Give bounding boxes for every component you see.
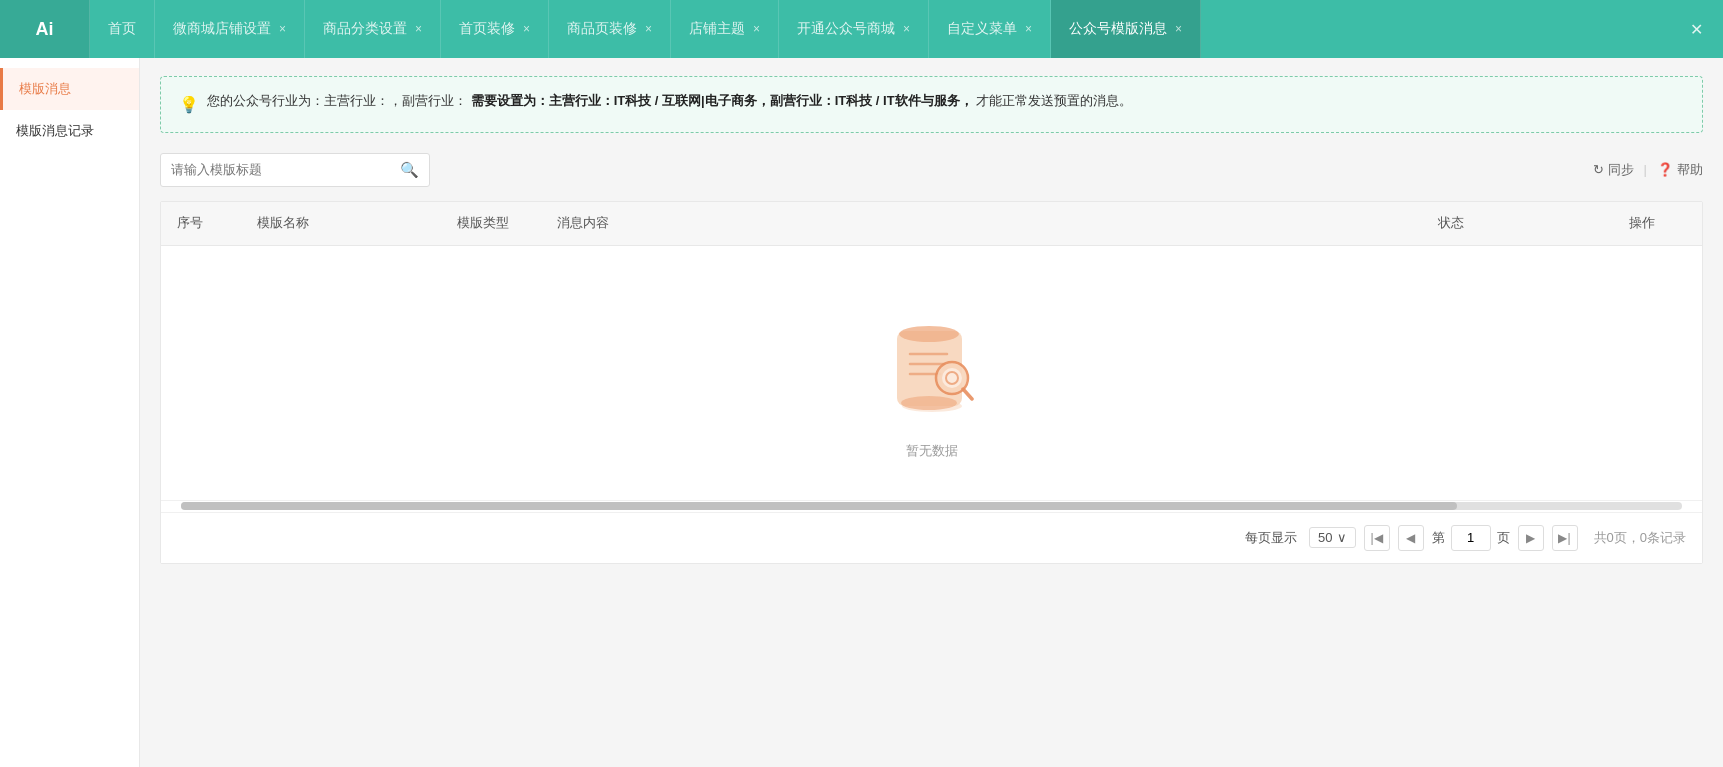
total-info: 共0页，0条记录 [1594, 529, 1686, 547]
nav-tab-custom-menu[interactable]: 自定义菜单 × [929, 0, 1051, 58]
search-icon[interactable]: 🔍 [400, 161, 419, 179]
close-home-decor[interactable]: × [523, 22, 530, 36]
main-layout: 模版消息 模版消息记录 💡 您的公众号行业为：主营行业：，副营行业： 需要设置为… [0, 58, 1723, 767]
last-page-button[interactable]: ▶| [1552, 525, 1578, 551]
table-header: 序号 模版名称 模版类型 消息内容 状态 操作 [161, 202, 1702, 246]
search-box: 🔍 [160, 153, 430, 187]
logo-tab: Ai [0, 0, 90, 58]
sidebar-item-template-msg[interactable]: 模版消息 [0, 68, 139, 110]
help-circle-icon: ❓ [1657, 162, 1673, 177]
nav-tab-shop-theme-label: 店铺主题 [689, 20, 745, 38]
th-action-label: 操作 [1629, 214, 1655, 232]
th-index-label: 序号 [177, 214, 203, 232]
nav-tab-shop-settings-label: 微商城店铺设置 [173, 20, 271, 38]
info-banner-text: 您的公众号行业为：主营行业：，副营行业： 需要设置为：主营行业：IT科技 / 互… [207, 91, 1132, 112]
first-page-button[interactable]: |◀ [1364, 525, 1390, 551]
svg-point-3 [901, 396, 957, 410]
sidebar-item-template-log-label: 模版消息记录 [16, 123, 94, 138]
sidebar: 模版消息 模版消息记录 [0, 58, 140, 767]
th-action: 操作 [1582, 214, 1702, 232]
sidebar-item-template-msg-label: 模版消息 [19, 81, 71, 96]
info-banner: 💡 您的公众号行业为：主营行业：，副营行业： 需要设置为：主营行业：IT科技 /… [160, 76, 1703, 133]
nav-tab-product-decor[interactable]: 商品页装修 × [549, 0, 671, 58]
nav-tab-product-category-label: 商品分类设置 [323, 20, 407, 38]
th-status-label: 状态 [1438, 214, 1464, 232]
th-index: 序号 [161, 214, 241, 232]
info-prefix: 您的公众号行业为：主营行业：，副营行业： [207, 93, 467, 108]
th-type: 模版类型 [441, 214, 541, 232]
pagination: 每页显示 50 ∨ |◀ ◀ 第 页 ▶ ▶| 共0页，0条记录 [161, 512, 1702, 563]
sync-button[interactable]: ↻ 同步 [1593, 161, 1634, 179]
close-product-category[interactable]: × [415, 22, 422, 36]
search-input[interactable] [171, 162, 394, 177]
nav-tab-custom-menu-label: 自定义菜单 [947, 20, 1017, 38]
search-row: 🔍 ↻ 同步 | ❓ 帮助 [160, 153, 1703, 187]
close-open-mall[interactable]: × [903, 22, 910, 36]
per-page-select[interactable]: 50 ∨ [1309, 527, 1355, 548]
empty-state: 暂无数据 [161, 246, 1702, 500]
info-suffix: 才能正常发送预置的消息。 [976, 93, 1132, 108]
table-wrapper: 序号 模版名称 模版类型 消息内容 状态 操作 [160, 201, 1703, 564]
sidebar-item-template-log[interactable]: 模版消息记录 [0, 110, 139, 152]
help-label: 帮助 [1677, 161, 1703, 179]
per-page-label: 每页显示 [1245, 529, 1297, 547]
sync-help-area: ↻ 同步 | ❓ 帮助 [1593, 161, 1703, 179]
nav-tab-template-msg-label: 公众号模版消息 [1069, 20, 1167, 38]
content-area: 💡 您的公众号行业为：主营行业：，副营行业： 需要设置为：主营行业：IT科技 /… [140, 58, 1723, 767]
th-content-label: 消息内容 [557, 214, 609, 232]
scrollbar-row [161, 500, 1702, 512]
th-content: 消息内容 [541, 214, 1422, 232]
close-shop-theme[interactable]: × [753, 22, 760, 36]
empty-state-icon [872, 306, 992, 426]
toolbar-divider: | [1644, 162, 1647, 177]
sync-icon: ↻ [1593, 162, 1604, 177]
page-label-text: 第 [1432, 529, 1445, 547]
chevron-down-icon: ∨ [1337, 530, 1347, 545]
nav-tab-product-category[interactable]: 商品分类设置 × [305, 0, 441, 58]
nav-tab-open-mall-label: 开通公众号商城 [797, 20, 895, 38]
close-product-decor[interactable]: × [645, 22, 652, 36]
page-number-input[interactable] [1451, 525, 1491, 551]
close-all-tabs-button[interactable]: ✕ [1670, 0, 1723, 58]
page-unit-text: 页 [1497, 529, 1510, 547]
nav-tab-template-msg[interactable]: 公众号模版消息 × [1051, 0, 1201, 58]
nav-tab-shop-theme[interactable]: 店铺主题 × [671, 0, 779, 58]
scrollbar-thumb[interactable] [181, 502, 1457, 510]
nav-tab-home-label: 首页 [108, 20, 136, 38]
nav-tab-home-decor[interactable]: 首页装修 × [441, 0, 549, 58]
empty-text: 暂无数据 [906, 442, 958, 460]
close-template-msg[interactable]: × [1175, 22, 1182, 36]
scrollbar-track [181, 502, 1682, 510]
nav-tab-home[interactable]: 首页 [90, 0, 155, 58]
sync-label: 同步 [1608, 161, 1634, 179]
th-name-label: 模版名称 [257, 214, 309, 232]
page-input-area: 第 页 [1432, 525, 1510, 551]
nav-tab-shop-settings[interactable]: 微商城店铺设置 × [155, 0, 305, 58]
logo-text: Ai [36, 19, 54, 40]
close-shop-settings[interactable]: × [279, 22, 286, 36]
close-custom-menu[interactable]: × [1025, 22, 1032, 36]
th-type-label: 模版类型 [457, 214, 509, 232]
top-nav: Ai 首页 微商城店铺设置 × 商品分类设置 × 首页装修 × 商品页装修 × … [0, 0, 1723, 58]
per-page-value: 50 [1318, 530, 1332, 545]
bulb-icon: 💡 [179, 92, 199, 118]
info-highlight: 需要设置为：主营行业：IT科技 / 互联网|电子商务，副营行业：IT科技 / I… [471, 93, 973, 108]
svg-line-9 [963, 389, 972, 399]
th-status: 状态 [1422, 214, 1582, 232]
nav-tab-open-mall[interactable]: 开通公众号商城 × [779, 0, 929, 58]
th-name: 模版名称 [241, 214, 441, 232]
nav-tab-product-decor-label: 商品页装修 [567, 20, 637, 38]
prev-page-button[interactable]: ◀ [1398, 525, 1424, 551]
next-page-button[interactable]: ▶ [1518, 525, 1544, 551]
svg-point-2 [899, 326, 959, 342]
nav-tab-home-decor-label: 首页装修 [459, 20, 515, 38]
help-button[interactable]: ❓ 帮助 [1657, 161, 1703, 179]
